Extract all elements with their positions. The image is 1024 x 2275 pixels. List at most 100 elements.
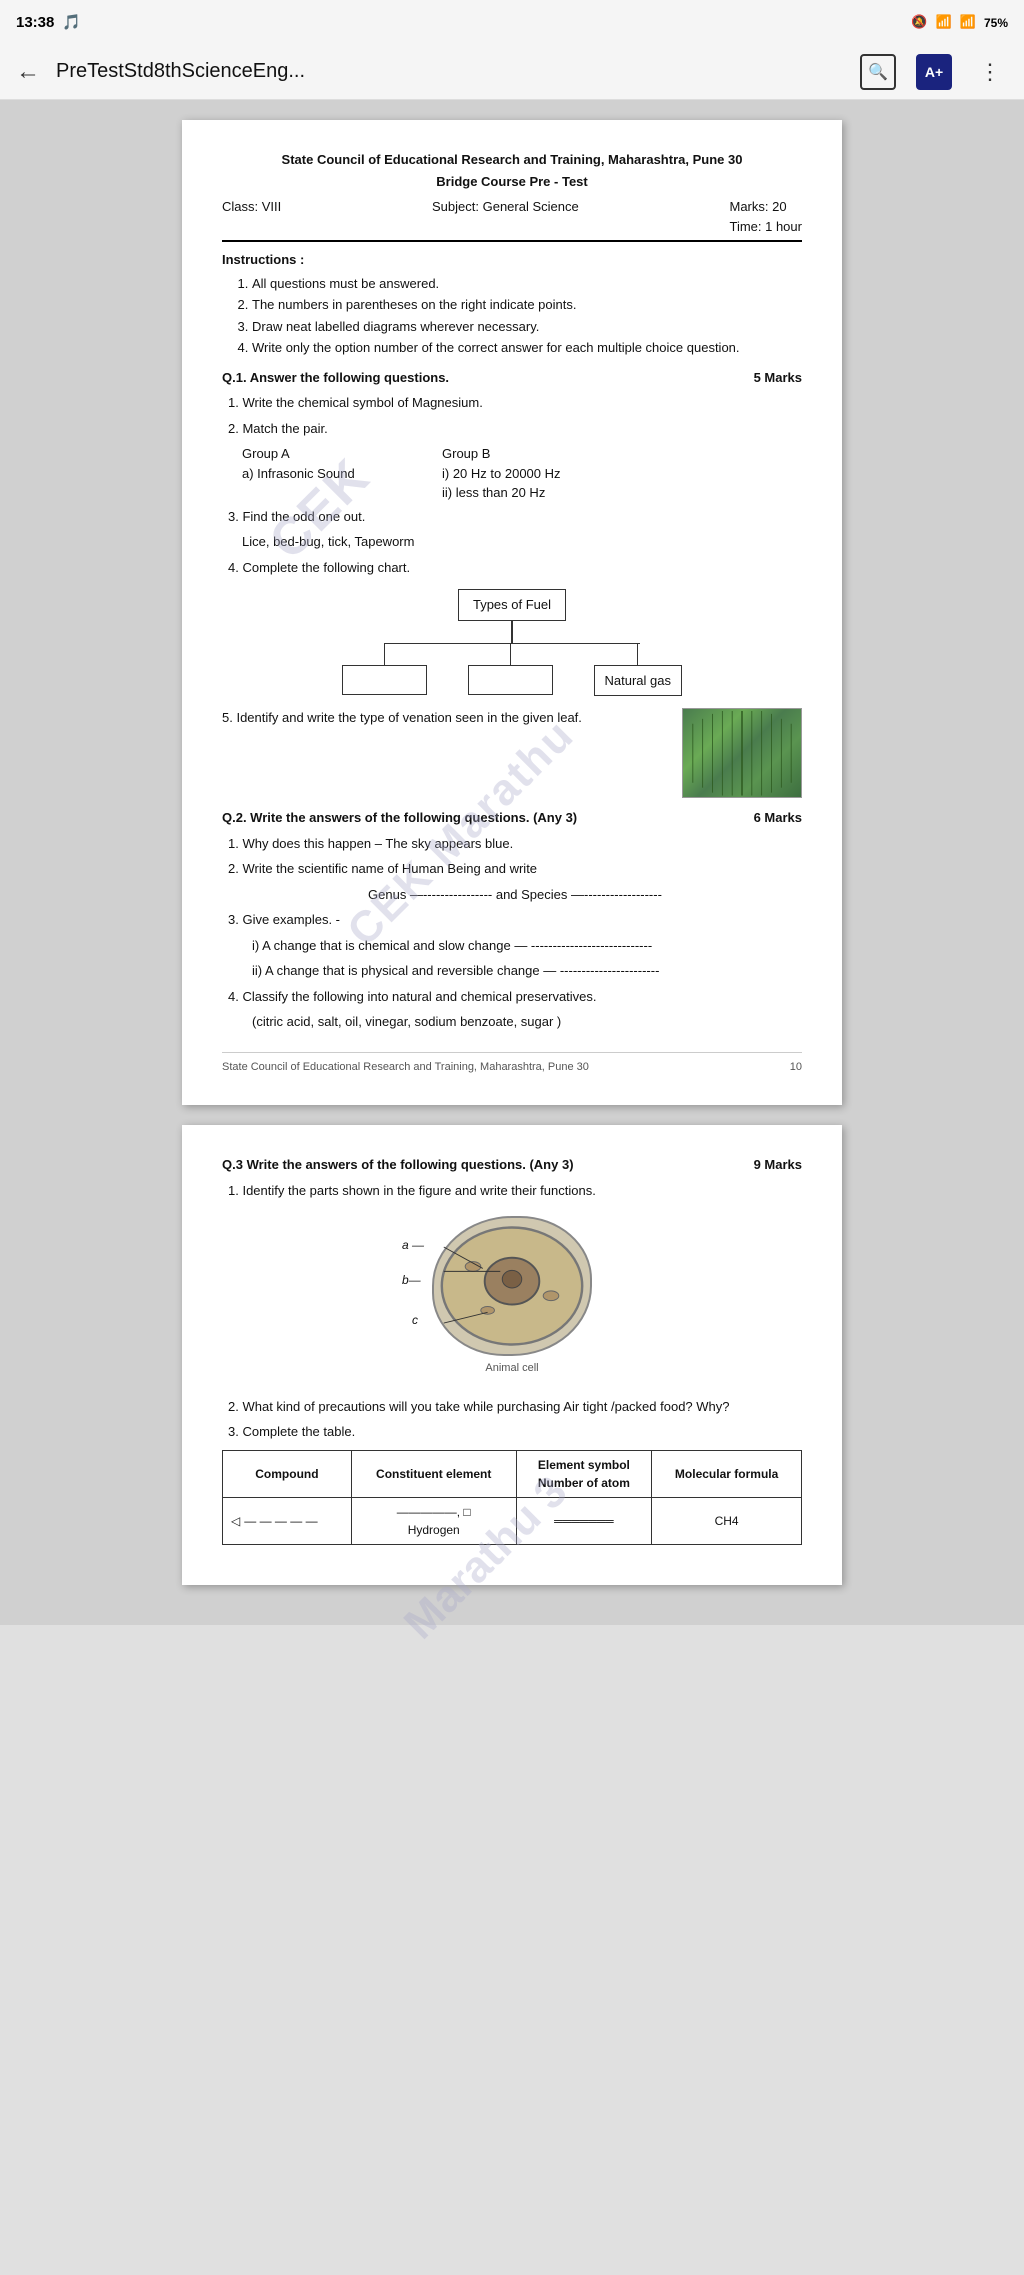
q1-item-1: 1. Write the chemical symbol of Magnesiu… bbox=[222, 393, 802, 413]
fuel-box-natural-gas: Natural gas bbox=[594, 665, 682, 697]
table-header: Compound Constituent element Element sym… bbox=[223, 1450, 802, 1497]
match-pair-table: Group A Group B a) Infrasonic Sound i) 2… bbox=[242, 444, 802, 503]
match-header-row: Group A Group B bbox=[242, 444, 802, 464]
match-a: a) Infrasonic Sound bbox=[242, 464, 382, 503]
fuel-branch-1 bbox=[342, 643, 427, 697]
q2-item-2-sub: Genus —---------------- and Species —---… bbox=[222, 885, 802, 905]
element-top: —————, □ bbox=[360, 1503, 508, 1521]
q3-title: Q.3 Write the answers of the following q… bbox=[222, 1155, 574, 1175]
q3-header: Q.3 Write the answers of the following q… bbox=[222, 1155, 802, 1175]
q2-item-1: 1. Why does this happen – The sky appear… bbox=[222, 834, 802, 854]
class-info-row: Class: VIII Subject: General Science Mar… bbox=[222, 197, 802, 242]
table-body: ◁ — — — — — —————, □ Hydrogen ═══════ CH… bbox=[223, 1497, 802, 1544]
cell-symbol: ═══════ bbox=[516, 1497, 652, 1544]
match-data-row: a) Infrasonic Sound i) 20 Hz to 20000 Hz… bbox=[242, 464, 802, 503]
q1-title: Q.1. Answer the following questions. bbox=[222, 368, 449, 388]
cell-caption: Animal cell bbox=[432, 1360, 592, 1377]
back-icon: ◁ bbox=[231, 1512, 240, 1530]
fuel-box-empty-1 bbox=[342, 665, 427, 695]
q2-title: Q.2. Write the answers of the following … bbox=[222, 808, 577, 828]
cell-diagram-container: a — b— c bbox=[222, 1216, 802, 1377]
label-c: c bbox=[412, 1311, 418, 1329]
q2-item-3-i: i) A change that is chemical and slow ch… bbox=[222, 936, 802, 956]
q1-header: Q.1. Answer the following questions. 5 M… bbox=[222, 368, 802, 388]
page-1: CEK CEK Marathu State Council of Educati… bbox=[182, 120, 842, 1105]
q2-item-2: 2. Write the scientific name of Human Be… bbox=[222, 859, 802, 879]
table-header-row: Compound Constituent element Element sym… bbox=[223, 1450, 802, 1497]
match-b-i: i) 20 Hz to 20000 Hz bbox=[442, 464, 582, 484]
compound-cell-content: ◁ — — — — — bbox=[231, 1512, 343, 1530]
time-label: Time: 1 hour bbox=[729, 217, 802, 237]
instruction-item: Draw neat labelled diagrams wherever nec… bbox=[252, 317, 802, 337]
page-1-footer: State Council of Educational Research an… bbox=[222, 1052, 802, 1076]
q1-marks: 5 Marks bbox=[754, 368, 802, 388]
spotify-icon: 🎵 bbox=[62, 13, 81, 31]
col-element: Constituent element bbox=[351, 1450, 516, 1497]
mute-icon: 🔕 bbox=[911, 14, 927, 30]
font-size-button[interactable]: A+ bbox=[916, 54, 952, 90]
q1-item-3-sub: Lice, bed-bug, tick, Tapeworm bbox=[222, 532, 802, 552]
q1-item-3: 3. Find the odd one out. bbox=[222, 507, 802, 527]
nav-title: PreTestStd8thScienceEng... bbox=[56, 60, 844, 83]
footer-page-num: 10 bbox=[790, 1059, 802, 1076]
q2-item-3-ii: ii) A change that is physical and revers… bbox=[222, 961, 802, 981]
fuel-chart-top: Types of Fuel bbox=[322, 589, 702, 621]
q3-item-2: 2. What kind of precautions will you tak… bbox=[222, 1397, 802, 1417]
q3-section: Q.3 Write the answers of the following q… bbox=[222, 1155, 802, 1545]
search-button[interactable]: 🔍 bbox=[860, 54, 896, 90]
instruction-item: Write only the option number of the corr… bbox=[252, 338, 802, 358]
q2-marks: 6 Marks bbox=[754, 808, 802, 828]
back-button[interactable]: ← bbox=[16, 58, 40, 86]
status-bar: 13:38 🎵 🔕 📶 📶 75% bbox=[0, 0, 1024, 44]
cell-diagram-wrapper: a — b— c bbox=[432, 1216, 592, 1377]
q2-item-4: 4. Classify the following into natural a… bbox=[222, 987, 802, 1007]
fuel-branches: Natural gas bbox=[342, 643, 682, 697]
page-2: Marathu 3 Q.3 Write the answers of the f… bbox=[182, 1125, 842, 1585]
status-right: 🔕 📶 📶 75% bbox=[911, 14, 1008, 30]
class-label: Class: VIII bbox=[222, 197, 281, 217]
instructions-section: Instructions : All questions must be ans… bbox=[222, 250, 802, 358]
group-b-label: Group B bbox=[442, 444, 582, 464]
label-a: a — bbox=[402, 1236, 424, 1254]
fuel-chart: Types of Fuel bbox=[322, 589, 702, 696]
q3-marks: 9 Marks bbox=[754, 1155, 802, 1175]
compound-dashes: — — — — — bbox=[244, 1512, 317, 1530]
q1-item-5: 5. Identify and write the type of venati… bbox=[222, 708, 802, 798]
match-b: i) 20 Hz to 20000 Hz ii) less than 20 Hz bbox=[442, 464, 582, 503]
cell-formula: CH4 bbox=[652, 1497, 802, 1544]
nav-action-buttons: 🔍 A+ ⋮ bbox=[860, 54, 1008, 90]
search-icon: 🔍 bbox=[868, 62, 888, 82]
group-a-label: Group A bbox=[242, 444, 382, 464]
document-container: CEK CEK Marathu State Council of Educati… bbox=[0, 100, 1024, 1625]
marks-time: Marks: 20 Time: 1 hour bbox=[729, 197, 802, 236]
page-header-line1: State Council of Educational Research an… bbox=[222, 150, 802, 170]
instruction-item: The numbers in parentheses on the right … bbox=[252, 295, 802, 315]
table-row: ◁ — — — — — —————, □ Hydrogen ═══════ CH… bbox=[223, 1497, 802, 1544]
marks-label: Marks: 20 bbox=[729, 197, 802, 217]
battery-label: 75% bbox=[984, 16, 1008, 30]
leaf-image bbox=[682, 708, 802, 798]
q2-header: Q.2. Write the answers of the following … bbox=[222, 808, 802, 828]
fuel-branch-3: Natural gas bbox=[594, 643, 682, 697]
cell-element: —————, □ Hydrogen bbox=[351, 1497, 516, 1544]
signal-icon: 📶 bbox=[960, 14, 976, 30]
page-header-line2: Bridge Course Pre - Test bbox=[222, 172, 802, 192]
compound-table: Compound Constituent element Element sym… bbox=[222, 1450, 802, 1545]
battery-display: 75% bbox=[984, 15, 1008, 30]
more-options-button[interactable]: ⋮ bbox=[972, 54, 1008, 90]
q2-item-3: 3. Give examples. - bbox=[222, 910, 802, 930]
symbol-dashes: ═══════ bbox=[525, 1512, 644, 1530]
match-b-ii: ii) less than 20 Hz bbox=[442, 483, 582, 503]
q1-item-2: 2. Match the pair. bbox=[222, 419, 802, 439]
col-symbol: Element symbol Number of atom bbox=[516, 1450, 652, 1497]
q1-section: Q.1. Answer the following questions. 5 M… bbox=[222, 368, 802, 799]
col-compound: Compound bbox=[223, 1450, 352, 1497]
status-left: 13:38 🎵 bbox=[16, 13, 81, 31]
col-formula: Molecular formula bbox=[652, 1450, 802, 1497]
wifi-icon: 📶 bbox=[936, 14, 952, 30]
instructions-list: All questions must be answered. The numb… bbox=[222, 274, 802, 358]
fuel-hline-area: Natural gas bbox=[342, 643, 682, 697]
label-b: b— bbox=[402, 1271, 421, 1289]
q2-section: Q.2. Write the answers of the following … bbox=[222, 808, 802, 1032]
instruction-item: All questions must be answered. bbox=[252, 274, 802, 294]
